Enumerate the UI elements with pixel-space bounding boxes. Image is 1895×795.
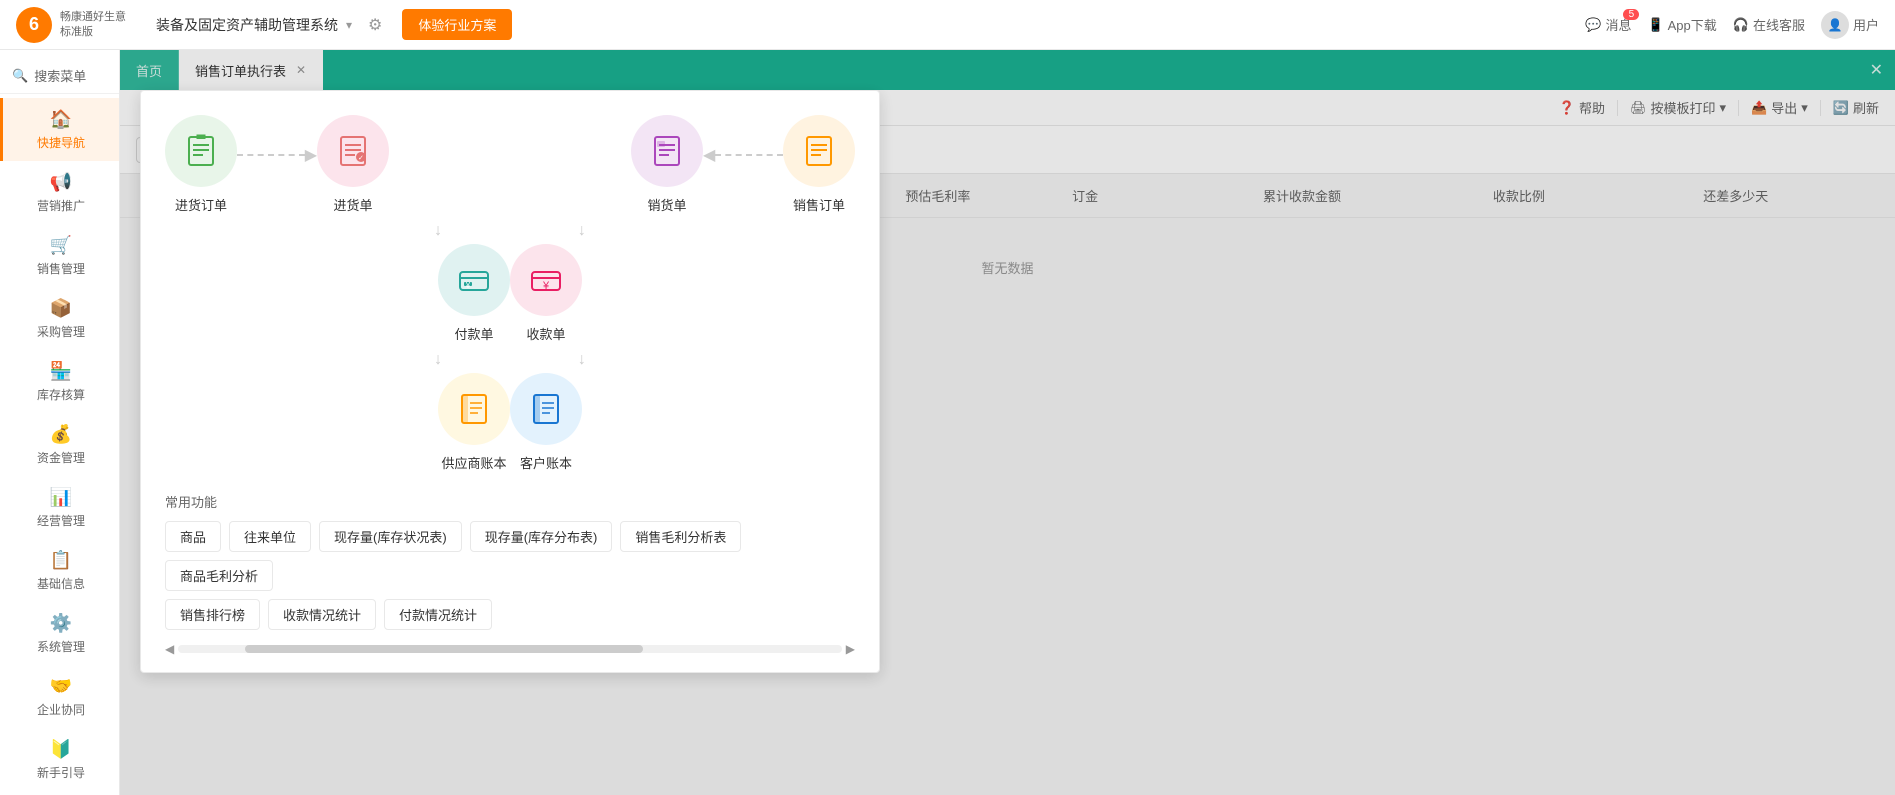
marketing-icon: 📢 bbox=[50, 171, 72, 193]
header-right: 💬 消息 5 📱 App下载 🎧 在线客服 👤 用户 bbox=[1585, 11, 1879, 39]
sales-order-icon bbox=[783, 115, 855, 187]
func-btn-product-margin[interactable]: 商品毛利分析 bbox=[165, 560, 273, 591]
dropdown-icon[interactable]: ▾ bbox=[346, 18, 352, 32]
store-icon: 🏪 bbox=[50, 360, 72, 382]
func-btn-pay-stat[interactable]: 付款情况统计 bbox=[384, 599, 492, 630]
headset-icon: 🎧 bbox=[1733, 17, 1749, 33]
system-title: 装备及固定资产辅助管理系统 bbox=[156, 15, 338, 35]
popup-panel: 进货订单 ▶ ✓ 进货单 bbox=[140, 90, 880, 673]
func-btn-stock-status[interactable]: 现存量(库存状况表) bbox=[319, 521, 462, 552]
flow-node-supplier-ledger[interactable]: 供应商账本 bbox=[438, 373, 510, 472]
payment-bill-icon: ¥ bbox=[438, 244, 510, 316]
top-header: 6 畅康通好生意 标准版 装备及固定资产辅助管理系统 ▾ ⚙ 体验行业方案 💬 … bbox=[0, 0, 1895, 50]
message-badge: 5 bbox=[1623, 9, 1639, 20]
sidebar-item-marketing[interactable]: 📢 营销推广 bbox=[0, 161, 119, 224]
sidebar-search[interactable]: 🔍 搜索菜单 bbox=[0, 58, 119, 94]
sidebar-item-purchase[interactable]: 📦 采购管理 bbox=[0, 287, 119, 350]
func-btn-sales-rank[interactable]: 销售排行榜 bbox=[165, 599, 260, 630]
user-avatar: 👤 bbox=[1821, 11, 1849, 39]
quick-nav-overlay: 进货订单 ▶ ✓ 进货单 bbox=[120, 50, 1895, 795]
message-btn[interactable]: 💬 消息 5 bbox=[1585, 15, 1631, 34]
sales-bill-label: 销货单 bbox=[647, 195, 686, 214]
sidebar-item-system[interactable]: ⚙️ 系统管理 bbox=[0, 602, 119, 665]
func-btn-partner[interactable]: 往来单位 bbox=[229, 521, 311, 552]
flow-node-sales-bill[interactable]: 销货单 bbox=[631, 115, 703, 214]
logo-text: 畅康通好生意 标准版 bbox=[60, 10, 126, 39]
purchase-bill-icon: ✓ bbox=[317, 115, 389, 187]
message-icon: 💬 bbox=[1585, 17, 1601, 33]
purchase-bill-label: 进货单 bbox=[333, 195, 372, 214]
scroll-left-arrow[interactable]: ◀ bbox=[165, 642, 174, 656]
flow-node-receipt-bill[interactable]: ¥ 收款单 bbox=[510, 244, 582, 343]
sidebar: 🔍 搜索菜单 🏠 快捷导航 📢 营销推广 🛒 销售管理 📦 采购管理 🏪 库存核… bbox=[0, 50, 120, 795]
gear-icon: ⚙️ bbox=[50, 612, 72, 634]
search-icon: 🔍 bbox=[12, 68, 28, 84]
online-service-btn[interactable]: 🎧 在线客服 bbox=[1733, 15, 1805, 34]
svg-text:¥: ¥ bbox=[542, 280, 550, 292]
customer-ledger-label: 客户账本 bbox=[520, 453, 572, 472]
info-icon: 📋 bbox=[50, 549, 72, 571]
popup-scrollbar: ◀ ▶ bbox=[165, 642, 855, 656]
logo-icon: 6 bbox=[16, 7, 52, 43]
system-title-area: 装备及固定资产辅助管理系统 ▾ ⚙ 体验行业方案 bbox=[136, 9, 1585, 40]
common-functions: 常用功能 商品 往来单位 现存量(库存状况表) 现存量(库存分布表) 销售毛利分… bbox=[165, 492, 855, 630]
sales-bill-icon bbox=[631, 115, 703, 187]
sales-order-label: 销售订单 bbox=[793, 195, 845, 214]
money-icon: 💰 bbox=[50, 423, 72, 445]
sidebar-item-quick-nav[interactable]: 🏠 快捷导航 bbox=[0, 98, 119, 161]
receipt-bill-icon: ¥ bbox=[510, 244, 582, 316]
func-btn-product[interactable]: 商品 bbox=[165, 521, 221, 552]
receipt-bill-label: 收款单 bbox=[526, 324, 565, 343]
supplier-ledger-icon bbox=[438, 373, 510, 445]
sidebar-item-new-guide[interactable]: 🔰 新手引导 bbox=[0, 728, 119, 791]
func-buttons-row2: 销售排行榜 收款情况统计 付款情况统计 bbox=[165, 599, 855, 630]
scroll-right-arrow[interactable]: ▶ bbox=[846, 642, 855, 656]
common-functions-title: 常用功能 bbox=[165, 492, 855, 511]
experience-btn[interactable]: 体验行业方案 bbox=[402, 9, 512, 40]
guide-icon: 🔰 bbox=[50, 738, 72, 760]
func-btn-stock-dist[interactable]: 现存量(库存分布表) bbox=[470, 521, 613, 552]
purchase-order-label: 进货订单 bbox=[175, 195, 227, 214]
sidebar-item-sales[interactable]: 🛒 销售管理 bbox=[0, 224, 119, 287]
handshake-icon: 🤝 bbox=[50, 675, 72, 697]
flow-node-customer-ledger[interactable]: 客户账本 bbox=[510, 373, 582, 472]
phone-icon: 📱 bbox=[1647, 17, 1663, 33]
svg-text:✓: ✓ bbox=[358, 155, 364, 162]
chart-icon: 📊 bbox=[50, 486, 72, 508]
sidebar-item-inventory[interactable]: 🏪 库存核算 bbox=[0, 350, 119, 413]
supplier-ledger-label: 供应商账本 bbox=[441, 453, 506, 472]
user-btn[interactable]: 👤 用户 bbox=[1821, 11, 1879, 39]
sidebar-item-basic-info[interactable]: 📋 基础信息 bbox=[0, 539, 119, 602]
func-btn-sales-margin[interactable]: 销售毛利分析表 bbox=[620, 521, 741, 552]
func-btn-recv-stat[interactable]: 收款情况统计 bbox=[268, 599, 376, 630]
flow-node-purchase-bill[interactable]: ✓ 进货单 bbox=[317, 115, 389, 214]
box-icon: 📦 bbox=[50, 297, 72, 319]
sidebar-item-corp-collab[interactable]: 🤝 企业协同 bbox=[0, 665, 119, 728]
home-icon: 🏠 bbox=[50, 108, 72, 130]
cart-icon: 🛒 bbox=[50, 234, 72, 256]
flow-node-payment-bill[interactable]: ¥ 付款单 bbox=[438, 244, 510, 343]
svg-text:¥: ¥ bbox=[465, 281, 471, 290]
sidebar-item-finance[interactable]: 💰 资金管理 bbox=[0, 413, 119, 476]
logo-area: 6 畅康通好生意 标准版 bbox=[16, 7, 136, 43]
settings-icon[interactable]: ⚙ bbox=[368, 15, 382, 35]
payment-bill-label: 付款单 bbox=[454, 324, 493, 343]
func-buttons-row1: 商品 往来单位 现存量(库存状况表) 现存量(库存分布表) 销售毛利分析表 商品… bbox=[165, 521, 855, 591]
sidebar-item-operations[interactable]: 📊 经营管理 bbox=[0, 476, 119, 539]
app-download-btn[interactable]: 📱 App下载 bbox=[1647, 15, 1716, 34]
scrollbar-thumb bbox=[245, 645, 643, 653]
scrollbar-track[interactable] bbox=[178, 645, 842, 653]
flow-node-purchase-order[interactable]: 进货订单 bbox=[165, 115, 237, 214]
customer-ledger-icon bbox=[510, 373, 582, 445]
flow-node-sales-order[interactable]: 销售订单 bbox=[783, 115, 855, 214]
purchase-order-icon bbox=[165, 115, 237, 187]
